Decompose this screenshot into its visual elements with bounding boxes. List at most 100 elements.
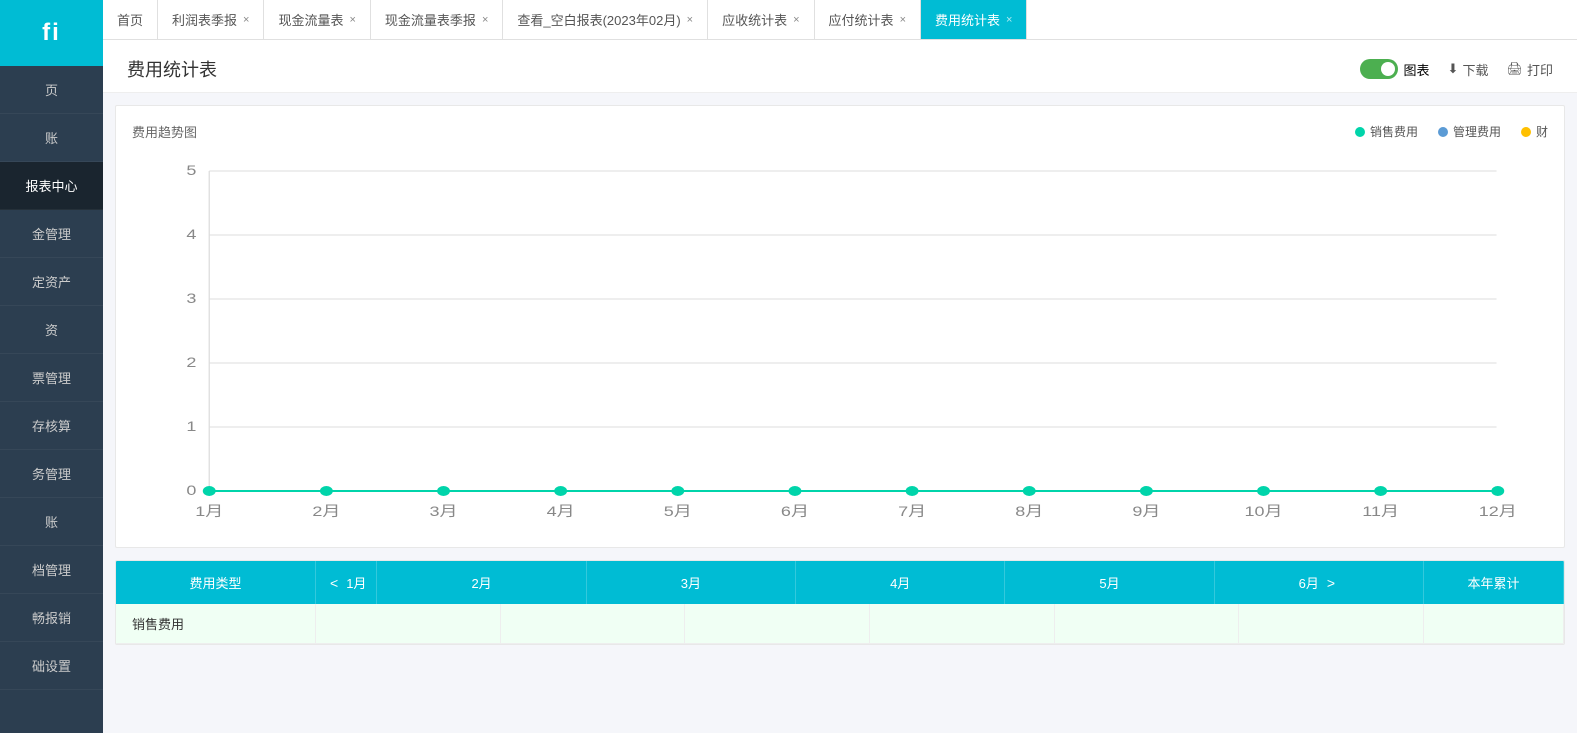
download-button[interactable]: ⬇ 下载 xyxy=(1448,60,1489,79)
chart-point xyxy=(906,486,919,496)
legend-admin-dot xyxy=(1438,127,1448,137)
svg-text:3: 3 xyxy=(186,291,196,307)
sidebar-item-inventory[interactable]: 存核算 xyxy=(0,402,103,450)
svg-text:11月: 11月 xyxy=(1362,504,1399,520)
svg-text:10月: 10月 xyxy=(1244,504,1282,520)
chart-svg: 0 1 2 3 4 5 1月 2月 3月 4月 5月 6月 7月 xyxy=(132,151,1548,531)
chart-point xyxy=(437,486,450,496)
sidebar-item-finance[interactable]: 金管理 xyxy=(0,210,103,258)
legend-admin: 管理费用 xyxy=(1438,123,1501,140)
tab-payable[interactable]: 应付统计表 × xyxy=(815,0,921,40)
legend-sales: 销售费用 xyxy=(1355,123,1418,140)
tab-expense-stat-close[interactable]: × xyxy=(1006,14,1012,26)
table-header: 费用类型 < 1月 2月 3月 4月 5月 6月 > 本年累计 xyxy=(116,561,1564,604)
legend-finance: 财 xyxy=(1521,123,1548,140)
print-label: 打印 xyxy=(1527,60,1553,79)
chart-point xyxy=(1374,486,1387,496)
sidebar-item-business[interactable]: 务管理 xyxy=(0,450,103,498)
next-month-button[interactable]: > xyxy=(1323,575,1339,591)
chart-point xyxy=(1491,486,1504,496)
tab-cashflow-q-close[interactable]: × xyxy=(482,14,488,26)
td-month-5 xyxy=(1055,604,1240,643)
sidebar-item-account[interactable]: 账 xyxy=(0,114,103,162)
chart-legend: 销售费用 管理费用 财 xyxy=(1355,123,1548,140)
main-area: 首页 利润表季报 × 现金流量表 × 现金流量表季报 × 查看_空白报表(202… xyxy=(103,0,1577,733)
td-type: 销售费用 xyxy=(116,604,316,643)
chart-point xyxy=(1257,486,1270,496)
tab-profit-close[interactable]: × xyxy=(243,14,249,26)
chart-title: 费用趋势图 xyxy=(132,122,197,141)
svg-text:4: 4 xyxy=(186,227,196,243)
chart-point xyxy=(554,486,567,496)
prev-month-button[interactable]: < xyxy=(326,575,342,591)
svg-text:5: 5 xyxy=(186,163,196,179)
th-type: 费用类型 xyxy=(116,561,316,604)
svg-text:1: 1 xyxy=(186,419,196,435)
chart-point xyxy=(203,486,216,496)
legend-admin-label: 管理费用 xyxy=(1453,123,1501,140)
chart-point xyxy=(1023,486,1036,496)
th-month-1: < 1月 xyxy=(316,561,377,604)
chart-area: 0 1 2 3 4 5 1月 2月 3月 4月 5月 6月 7月 xyxy=(132,151,1548,531)
td-month-4 xyxy=(870,604,1055,643)
svg-text:0: 0 xyxy=(186,483,196,499)
table-row: 销售费用 xyxy=(116,604,1564,644)
chart-point xyxy=(671,486,684,496)
page-title: 费用统计表 xyxy=(127,56,217,82)
header-actions: 图表 ⬇ 下载 🖨 打印 xyxy=(1360,59,1553,79)
td-month-3 xyxy=(685,604,870,643)
chart-point xyxy=(1140,486,1153,496)
sidebar-item-expense[interactable]: 畅报销 xyxy=(0,594,103,642)
tab-blank-close[interactable]: × xyxy=(687,14,693,26)
sidebar-item-reports[interactable]: 报表中心 xyxy=(0,162,103,210)
svg-text:3月: 3月 xyxy=(430,504,458,520)
sidebar: fi 页 账 报表中心 金管理 定资产 资 票管理 存核算 务管理 账 档管理 … xyxy=(0,0,103,733)
sidebar-item-invoice[interactable]: 票管理 xyxy=(0,354,103,402)
svg-text:2月: 2月 xyxy=(312,504,340,520)
tab-payable-close[interactable]: × xyxy=(900,14,906,26)
svg-text:6月: 6月 xyxy=(781,504,809,520)
svg-text:1月: 1月 xyxy=(195,504,223,520)
sidebar-logo: fi xyxy=(0,0,103,66)
download-label: 下载 xyxy=(1462,60,1488,79)
tab-cashflow-q[interactable]: 现金流量表季报 × xyxy=(371,0,503,40)
svg-text:4月: 4月 xyxy=(547,504,575,520)
sidebar-item-archive[interactable]: 档管理 xyxy=(0,546,103,594)
svg-text:8月: 8月 xyxy=(1015,504,1043,520)
svg-text:2: 2 xyxy=(186,355,196,371)
page-content: 费用统计表 图表 ⬇ 下载 🖨 打印 费用趋势图 xyxy=(103,40,1577,733)
sidebar-item-ledger[interactable]: 账 xyxy=(0,498,103,546)
sidebar-item-home[interactable]: 页 xyxy=(0,66,103,114)
tab-home[interactable]: 首页 xyxy=(103,0,158,40)
th-month-5: 5月 xyxy=(1005,561,1214,604)
tab-profit[interactable]: 利润表季报 × xyxy=(158,0,264,40)
print-icon: 🖨 xyxy=(1506,61,1523,77)
expense-table: 费用类型 < 1月 2月 3月 4月 5月 6月 > 本年累计 销售费用 xyxy=(115,560,1565,645)
th-total: 本年累计 xyxy=(1424,561,1564,604)
tab-expense-stat[interactable]: 费用统计表 × xyxy=(921,0,1027,40)
th-month-6: 6月 > xyxy=(1215,561,1424,604)
chart-point xyxy=(320,486,333,496)
legend-finance-label: 财 xyxy=(1536,123,1548,140)
tab-receivable-close[interactable]: × xyxy=(793,14,799,26)
th-month-3: 3月 xyxy=(587,561,796,604)
sidebar-item-capital[interactable]: 资 xyxy=(0,306,103,354)
svg-text:9月: 9月 xyxy=(1132,504,1160,520)
tab-receivable[interactable]: 应收统计表 × xyxy=(708,0,814,40)
tab-bar: 首页 利润表季报 × 现金流量表 × 现金流量表季报 × 查看_空白报表(202… xyxy=(103,0,1577,40)
download-icon: ⬇ xyxy=(1448,61,1459,77)
print-button[interactable]: 🖨 打印 xyxy=(1506,60,1553,79)
td-month-6 xyxy=(1239,604,1424,643)
sidebar-item-settings[interactable]: 础设置 xyxy=(0,642,103,690)
chart-section: 费用趋势图 销售费用 管理费用 财 xyxy=(115,105,1565,548)
chart-toggle[interactable] xyxy=(1360,59,1398,79)
svg-text:7月: 7月 xyxy=(898,504,926,520)
chart-toggle-label: 图表 xyxy=(1404,60,1430,79)
chart-toggle-wrap: 图表 xyxy=(1360,59,1430,79)
legend-finance-dot xyxy=(1521,127,1531,137)
td-month-2 xyxy=(501,604,686,643)
sidebar-item-assets[interactable]: 定资产 xyxy=(0,258,103,306)
tab-cashflow[interactable]: 现金流量表 × xyxy=(264,0,370,40)
tab-blank[interactable]: 查看_空白报表(2023年02月) × xyxy=(503,0,708,40)
tab-cashflow-close[interactable]: × xyxy=(349,14,355,26)
